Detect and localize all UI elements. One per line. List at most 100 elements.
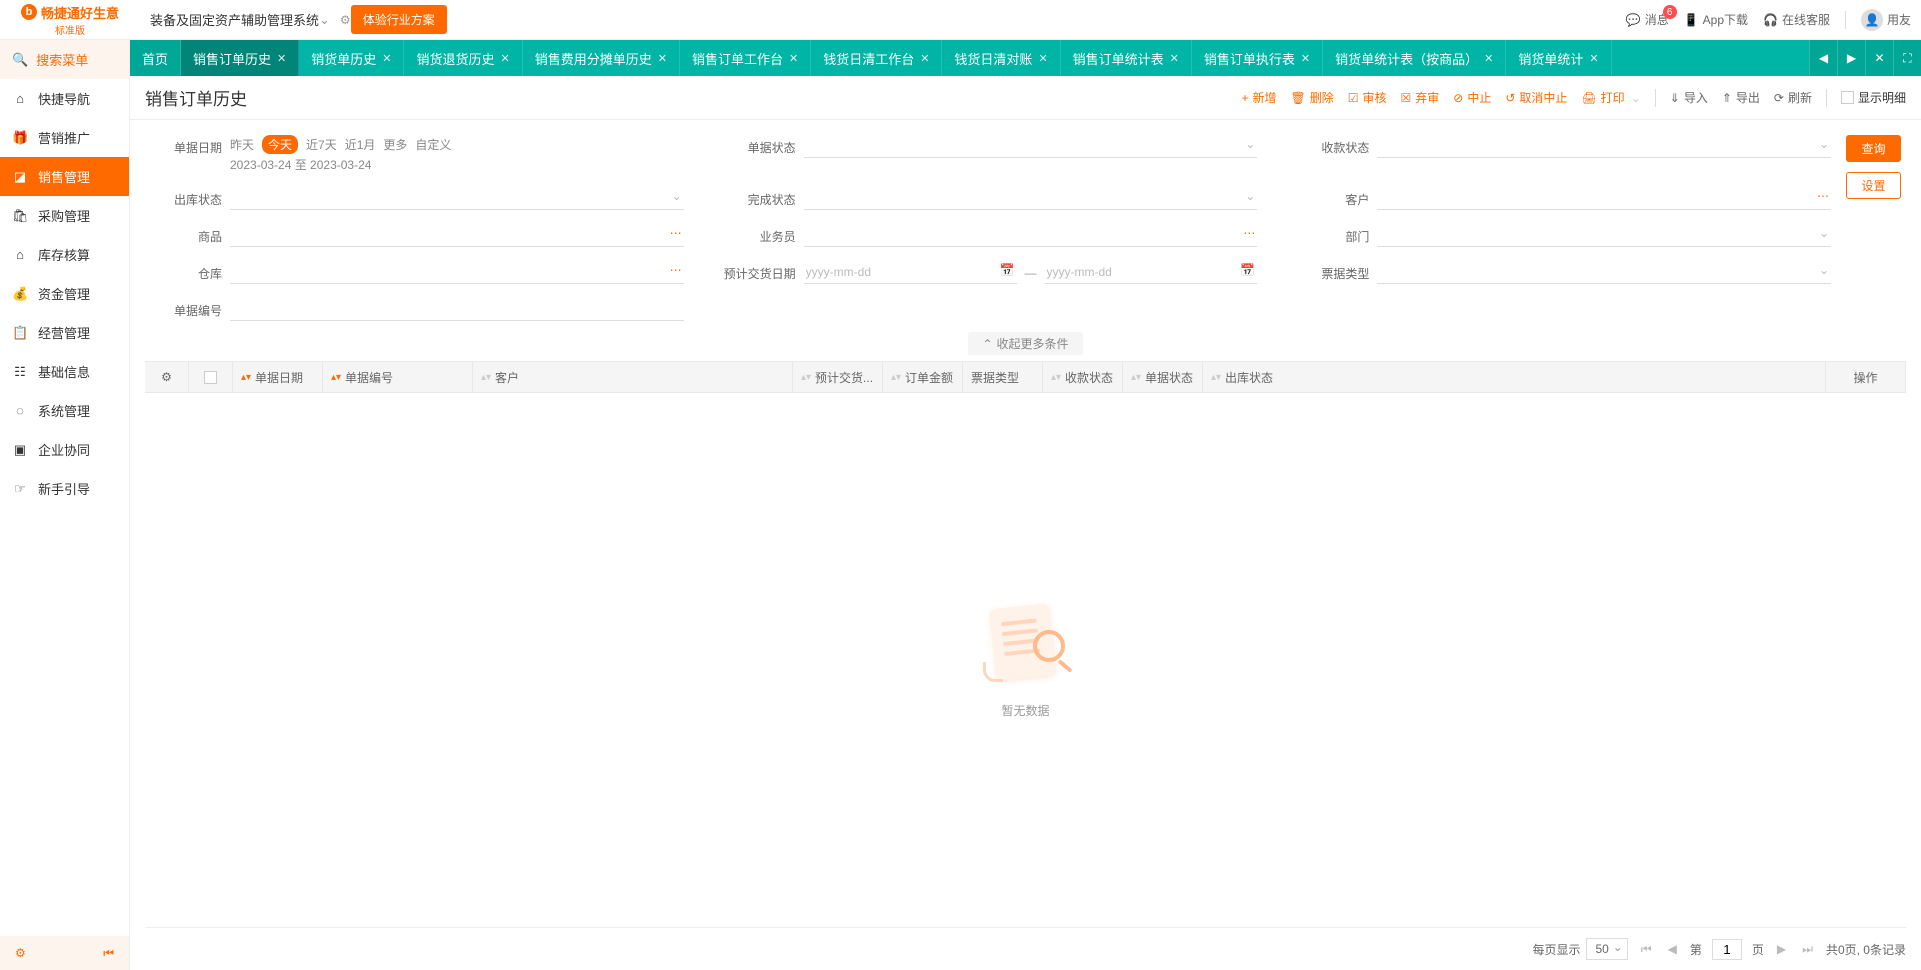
- sidebar-item[interactable]: ☞新手引导: [0, 469, 129, 508]
- online-service-button[interactable]: 🎧 在线客服: [1763, 11, 1830, 28]
- deliver-date-from[interactable]: [804, 261, 1017, 284]
- col-doc[interactable]: ▴▾单据状态: [1123, 362, 1203, 392]
- chevron-down-icon[interactable]: ⌄: [1245, 137, 1255, 151]
- tab[interactable]: 钱货日清对账✕: [942, 40, 1060, 76]
- done-status-select[interactable]: [804, 187, 1258, 210]
- stop-button[interactable]: ⊘中止: [1453, 89, 1491, 106]
- tab[interactable]: 销售订单执行表✕: [1192, 40, 1323, 76]
- deliver-date-to[interactable]: [1045, 261, 1258, 284]
- more-icon[interactable]: ⋯: [1243, 226, 1255, 240]
- product-picker[interactable]: [230, 224, 684, 247]
- query-button[interactable]: 查询: [1846, 135, 1901, 162]
- sidebar-search[interactable]: 🔍 搜索菜单: [0, 40, 129, 79]
- sidebar-item[interactable]: 🎁营销推广: [0, 118, 129, 157]
- tab-close-all[interactable]: ✕: [1865, 40, 1893, 76]
- out-status-select[interactable]: [230, 187, 684, 210]
- tab-close-icon[interactable]: ✕: [1484, 52, 1493, 65]
- tab[interactable]: 销货单统计✕: [1506, 40, 1611, 76]
- col-checkbox[interactable]: [189, 362, 233, 392]
- tab-close-icon[interactable]: ✕: [1038, 52, 1047, 65]
- print-button[interactable]: 🖨打印⌄: [1581, 89, 1640, 106]
- audit-button[interactable]: ☑审核: [1348, 89, 1387, 106]
- date-week[interactable]: 近7天: [306, 136, 337, 153]
- col-pay[interactable]: ▴▾收款状态: [1043, 362, 1123, 392]
- experience-button[interactable]: 体验行业方案: [351, 5, 447, 34]
- date-custom[interactable]: 自定义: [415, 136, 451, 153]
- col-settings[interactable]: ⚙: [145, 362, 189, 392]
- chevron-down-icon[interactable]: ⌄: [1819, 226, 1829, 240]
- delete-button[interactable]: 🗑删除: [1290, 89, 1333, 106]
- col-customer[interactable]: ▴▾客户: [473, 362, 793, 392]
- more-icon[interactable]: ⋯: [1817, 189, 1829, 203]
- col-ticket[interactable]: 票据类型: [963, 362, 1043, 392]
- abandon-button[interactable]: ☒弃审: [1401, 89, 1440, 106]
- page-next[interactable]: ▶: [1774, 942, 1789, 956]
- dept-select[interactable]: [1377, 224, 1831, 247]
- calendar-icon[interactable]: 📅: [1240, 263, 1255, 277]
- doc-no-input[interactable]: [230, 298, 684, 321]
- more-icon[interactable]: ⋯: [670, 263, 682, 277]
- export-button[interactable]: ⇑导出: [1722, 89, 1760, 106]
- col-out[interactable]: ▴▾出库状态: [1203, 362, 1826, 392]
- show-detail-toggle[interactable]: 显示明细: [1841, 89, 1906, 106]
- page-size-select[interactable]: 50: [1586, 938, 1627, 960]
- customer-picker[interactable]: [1377, 187, 1831, 210]
- salesman-picker[interactable]: [804, 224, 1258, 247]
- date-more[interactable]: 更多: [383, 136, 407, 153]
- tab-home[interactable]: 首页: [130, 40, 181, 76]
- page-prev[interactable]: ◀: [1665, 942, 1680, 956]
- gear-icon[interactable]: ⚙: [340, 13, 351, 27]
- new-button[interactable]: +新增: [1241, 89, 1276, 106]
- tab-close-icon[interactable]: ✕: [658, 52, 667, 65]
- col-amount[interactable]: ▴▾订单金额: [883, 362, 963, 392]
- tab-scroll-right[interactable]: ▶: [1837, 40, 1865, 76]
- chevron-down-icon[interactable]: ⌄: [1819, 137, 1829, 151]
- tab-close-icon[interactable]: ✕: [1301, 52, 1310, 65]
- refresh-button[interactable]: ⟳刷新: [1774, 89, 1812, 106]
- collapse-sidebar-icon[interactable]: ⏮: [103, 946, 114, 961]
- warehouse-picker[interactable]: [230, 261, 684, 284]
- tab-close-icon[interactable]: ✕: [382, 52, 391, 65]
- doc-status-select[interactable]: [804, 135, 1258, 158]
- date-yesterday[interactable]: 昨天: [230, 136, 254, 153]
- tab-scroll-left[interactable]: ◀: [1809, 40, 1837, 76]
- sidebar-item[interactable]: ☷基础信息: [0, 352, 129, 391]
- chevron-down-icon[interactable]: ⌄: [1819, 263, 1829, 277]
- pay-status-select[interactable]: [1377, 135, 1831, 158]
- sidebar-item[interactable]: ◪销售管理: [0, 157, 129, 196]
- tab-close-icon[interactable]: ✕: [1170, 52, 1179, 65]
- system-select[interactable]: 装备及固定资产辅助管理系统⌄ ⚙: [150, 10, 351, 29]
- more-icon[interactable]: ⋯: [670, 226, 682, 240]
- tab-close-icon[interactable]: ✕: [789, 52, 798, 65]
- tab-close-icon[interactable]: ✕: [920, 52, 929, 65]
- app-download-button[interactable]: 📱 App下载: [1684, 11, 1748, 28]
- tab-fullscreen[interactable]: ⛶: [1893, 40, 1921, 76]
- sidebar-item[interactable]: ▣企业协同: [0, 430, 129, 469]
- sidebar-item[interactable]: ◌系统管理: [0, 391, 129, 430]
- col-deliver[interactable]: ▴▾预计交货...: [793, 362, 883, 392]
- page-input[interactable]: [1712, 939, 1742, 960]
- col-no[interactable]: ▴▾单据编号: [323, 362, 473, 392]
- message-button[interactable]: 💬 消息 6: [1626, 11, 1669, 28]
- calendar-icon[interactable]: 📅: [1000, 263, 1015, 277]
- sidebar-item[interactable]: 🛍采购管理: [0, 196, 129, 235]
- ticket-type-select[interactable]: [1377, 261, 1831, 284]
- tab[interactable]: 销售订单工作台✕: [680, 40, 811, 76]
- tab[interactable]: 销货退货历史✕: [404, 40, 522, 76]
- user-menu[interactable]: 👤 用友: [1861, 9, 1911, 31]
- tab[interactable]: 销货单历史✕: [299, 40, 404, 76]
- date-month[interactable]: 近1月: [345, 136, 376, 153]
- sidebar-item[interactable]: ⌂快捷导航: [0, 79, 129, 118]
- page-first[interactable]: ⏮: [1638, 942, 1655, 957]
- date-today[interactable]: 今天: [262, 135, 298, 154]
- tab-close-icon[interactable]: ✕: [1589, 52, 1598, 65]
- sidebar-item[interactable]: 💰资金管理: [0, 274, 129, 313]
- tab[interactable]: 销货单统计表（按商品）✕: [1323, 40, 1506, 76]
- collapse-filters-button[interactable]: ⌃收起更多条件: [968, 332, 1082, 355]
- tab[interactable]: 钱货日清工作台✕: [811, 40, 942, 76]
- tab-close-icon[interactable]: ✕: [501, 52, 510, 65]
- page-last[interactable]: ⏭: [1799, 942, 1816, 957]
- settings-icon[interactable]: ⚙: [15, 946, 26, 960]
- sidebar-item[interactable]: 📋经营管理: [0, 313, 129, 352]
- import-button[interactable]: ⇓导入: [1670, 89, 1708, 106]
